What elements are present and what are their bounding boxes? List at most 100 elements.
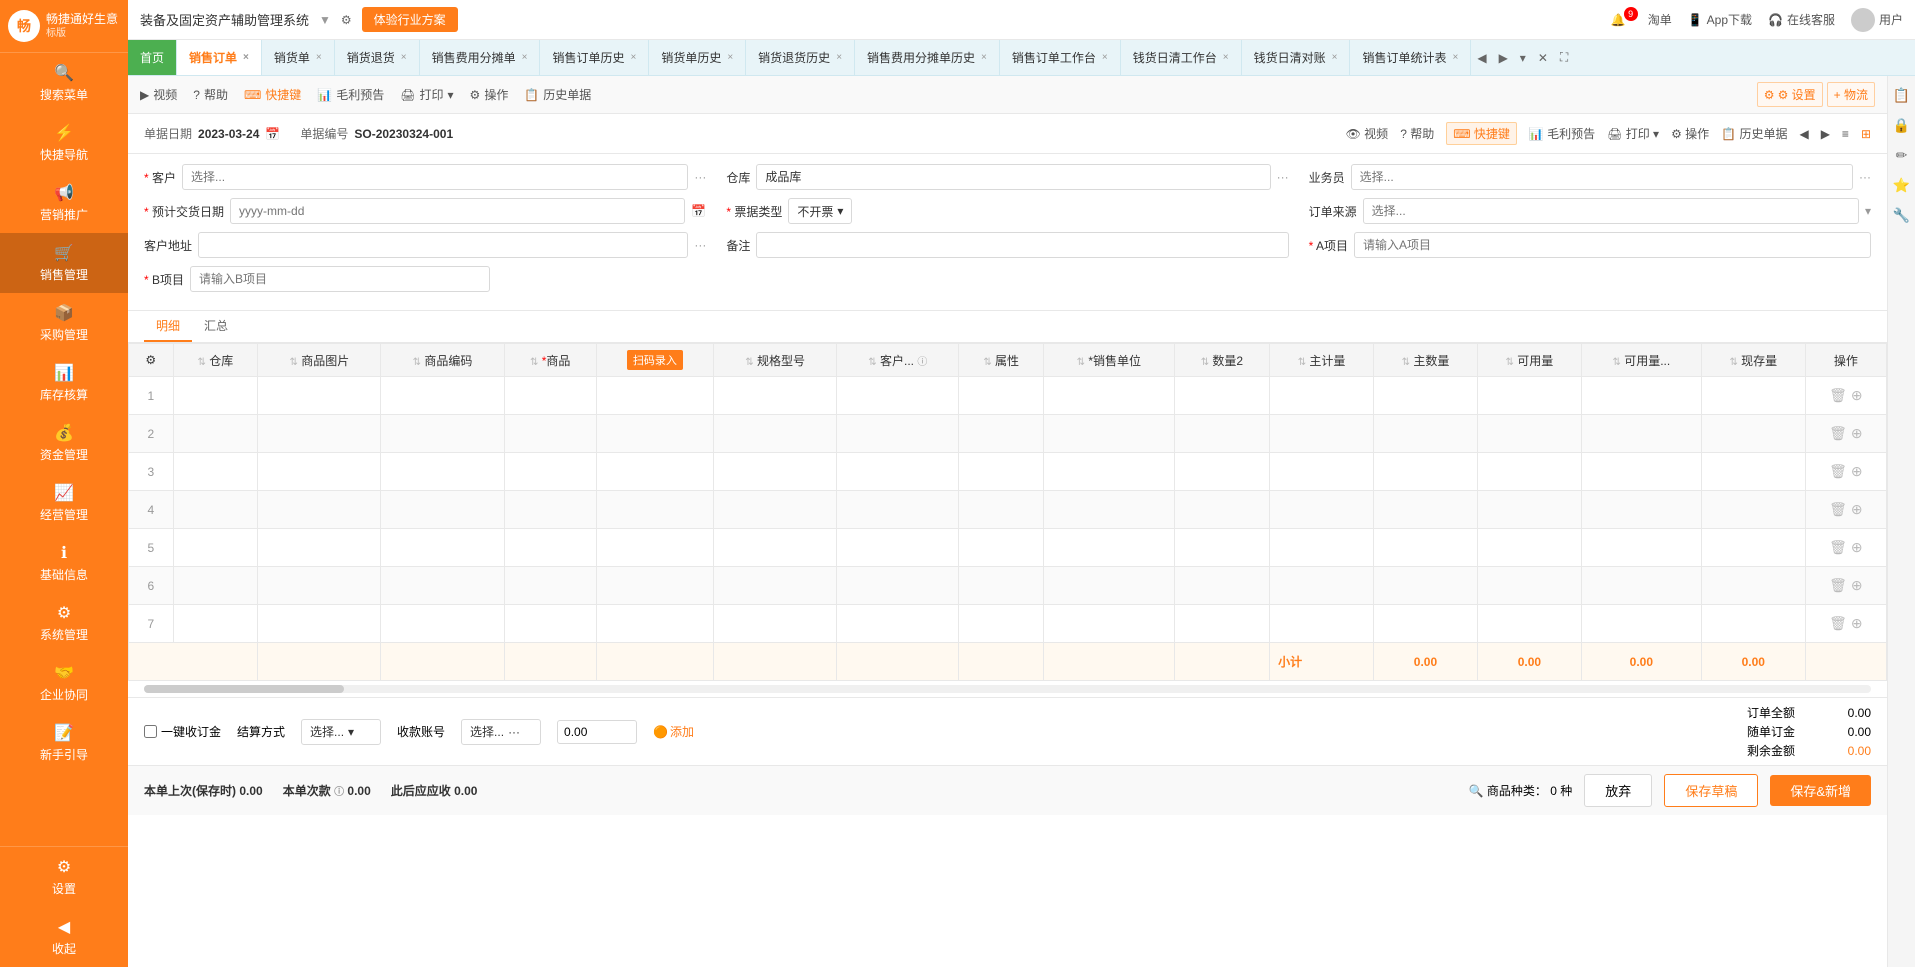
tab-expand[interactable]: ⛶	[1554, 40, 1574, 75]
tab-order-workbench[interactable]: 销售订单工作台 ×	[1000, 40, 1121, 75]
th-main-qty[interactable]: ⇅ 主数量	[1374, 344, 1478, 377]
sidebar-item-collab[interactable]: 🤝 企业协同	[0, 653, 128, 713]
toolbar-video[interactable]: ▶ 视频	[140, 86, 177, 103]
tab-close-icon[interactable]: ×	[1332, 52, 1338, 63]
customer-input[interactable]	[182, 164, 688, 190]
notification-btn[interactable]: 🔔 9 淘单	[1611, 11, 1672, 28]
th-unit[interactable]: ⇅ *销售单位	[1044, 344, 1175, 377]
tab-close-icon[interactable]: ×	[522, 52, 528, 63]
save-draft-button[interactable]: 保存草稿	[1664, 774, 1758, 807]
settings-gear-icon[interactable]: ⚙	[341, 13, 352, 27]
ops-icon2[interactable]: ⚙ 操作	[1671, 125, 1709, 142]
th-settings[interactable]: ⚙	[129, 344, 174, 377]
tab-order-stats[interactable]: 销售订单统计表 ×	[1350, 40, 1471, 75]
sidebar-item-sales[interactable]: 🛒 销售管理	[0, 233, 128, 293]
sidebar-item-operations[interactable]: 📈 经营管理	[0, 473, 128, 533]
profit-icon[interactable]: 📊 毛利预告	[1529, 125, 1595, 142]
toolbar-history[interactable]: 📋 历史单据	[524, 86, 591, 103]
tab-nav-right[interactable]: ▶	[1493, 40, 1514, 75]
address-dots-icon[interactable]: ···	[694, 238, 706, 252]
delivery-input[interactable]	[230, 198, 685, 224]
tab-close-icon[interactable]: ×	[630, 52, 636, 63]
tab-close-icon[interactable]: ×	[1223, 52, 1229, 63]
sidebar-item-finance[interactable]: 💰 资金管理	[0, 413, 128, 473]
sidebar-collapse-btn[interactable]: ◀ 收起	[0, 907, 128, 967]
tab-daily-workbench[interactable]: 钱货日清工作台 ×	[1121, 40, 1242, 75]
edge-tool-icon[interactable]: 🔧	[1891, 204, 1913, 226]
tab-close-icon[interactable]: ×	[401, 52, 407, 63]
th-available[interactable]: ⇅ 可用量	[1477, 344, 1581, 377]
tab-mini-detail[interactable]: 明细	[144, 311, 192, 342]
tab-expense-history[interactable]: 销售费用分摊单历史 ×	[855, 40, 1000, 75]
toolbar-ops[interactable]: ⚙ 操作	[470, 86, 509, 103]
trial-button[interactable]: 体验行业方案	[362, 7, 458, 32]
shortcut-badge[interactable]: ⌨ 快捷键	[1446, 122, 1517, 145]
remark-input[interactable]	[756, 232, 1288, 258]
delete-icon[interactable]: 🗑	[1829, 425, 1847, 442]
th-qty2[interactable]: ⇅ 数量2	[1174, 344, 1269, 377]
order-source-dropdown[interactable]: ▾	[1865, 204, 1871, 218]
copy-icon[interactable]: ⊕	[1851, 501, 1863, 518]
history2-icon[interactable]: 📋 历史单据	[1721, 125, 1787, 142]
th-scan[interactable]: 扫码录入	[596, 344, 713, 377]
delete-icon[interactable]: 🗑	[1829, 615, 1847, 632]
tab-close-icon[interactable]: ×	[1452, 52, 1458, 63]
app-download-btn[interactable]: 📱 App下载	[1688, 11, 1752, 28]
delete-icon[interactable]: 🗑	[1829, 463, 1847, 480]
sidebar-item-marketing[interactable]: 📢 营销推广	[0, 173, 128, 233]
nav-prev[interactable]: ◀	[1799, 127, 1808, 141]
add-logistics-button[interactable]: + 物流	[1827, 82, 1875, 107]
tab-sales-return[interactable]: 销货退货 ×	[335, 40, 420, 75]
tab-close-icon[interactable]: ×	[1102, 52, 1108, 63]
address-input[interactable]	[198, 232, 688, 258]
tab-sales-order-history[interactable]: 销售订单历史 ×	[540, 40, 649, 75]
online-service-btn[interactable]: 🎧 在线客服	[1768, 11, 1835, 28]
th-warehouse[interactable]: ⇅ 仓库	[173, 344, 258, 377]
tab-close-all[interactable]: ✕	[1532, 40, 1554, 75]
copy-icon[interactable]: ⊕	[1851, 615, 1863, 632]
scan-button[interactable]: 扫码录入	[627, 350, 683, 370]
invoice-select[interactable]: 不开票 ▾	[788, 198, 852, 224]
tab-daily-reconcile[interactable]: 钱货日清对账 ×	[1242, 40, 1351, 75]
order-source-input[interactable]	[1363, 198, 1859, 224]
th-stock[interactable]: ⇅ 现存量	[1701, 344, 1805, 377]
th-available-ext[interactable]: ⇅ 可用量...	[1581, 344, 1701, 377]
th-image[interactable]: ⇅ 商品图片	[258, 344, 381, 377]
toolbar-print[interactable]: 🖨 打印 ▾	[400, 86, 453, 103]
th-code[interactable]: ⇅ 商品编码	[381, 344, 504, 377]
delete-icon[interactable]: 🗑	[1829, 501, 1847, 518]
tab-invoice-history[interactable]: 销货单历史 ×	[649, 40, 746, 75]
settings-button[interactable]: ⚙ ⚙ 设置	[1757, 82, 1823, 107]
staff-dots-icon[interactable]: ···	[1859, 170, 1871, 184]
sidebar-item-inventory[interactable]: 📊 库存核算	[0, 353, 128, 413]
th-main-unit[interactable]: ⇅ 主计量	[1270, 344, 1374, 377]
pay-method-select[interactable]: 选择... ▾	[301, 719, 381, 745]
print2-icon[interactable]: 🖨 打印 ▾	[1607, 125, 1659, 142]
user-avatar[interactable]: 用户	[1851, 8, 1903, 32]
sidebar-settings-btn[interactable]: ⚙ 设置	[0, 847, 128, 907]
sidebar-item-basic[interactable]: ℹ 基础信息	[0, 533, 128, 593]
tab-sales-invoice[interactable]: 销货单 ×	[262, 40, 335, 75]
th-customer[interactable]: ⇅ 客户... ⓘ	[837, 344, 959, 377]
sidebar-item-search[interactable]: 🔍 搜索菜单	[0, 53, 128, 113]
tab-close-icon[interactable]: ×	[836, 52, 842, 63]
tab-close-icon[interactable]: ×	[316, 52, 322, 63]
th-attribute[interactable]: ⇅ 属性	[959, 344, 1044, 377]
tab-nav-menu[interactable]: ▾	[1514, 40, 1532, 75]
copy-icon[interactable]: ⊕	[1851, 387, 1863, 404]
b-project-input[interactable]	[190, 266, 490, 292]
warehouse-value[interactable]: 成品库	[756, 164, 1270, 190]
delete-icon[interactable]: 🗑	[1829, 539, 1847, 556]
tab-close-icon[interactable]: ×	[243, 52, 249, 63]
staff-input[interactable]	[1351, 164, 1853, 190]
delete-icon[interactable]: 🗑	[1829, 577, 1847, 594]
th-spec[interactable]: ⇅ 规格型号	[714, 344, 837, 377]
tab-home[interactable]: 首页	[128, 40, 177, 75]
sidebar-item-quicknav[interactable]: ⚡ 快捷导航	[0, 113, 128, 173]
toolbar-shortcut[interactable]: ⌨ 快捷键	[244, 86, 301, 103]
edge-lock-icon[interactable]: 🔒	[1891, 114, 1913, 136]
add-btn[interactable]: 🟠 添加	[653, 723, 694, 740]
tab-close-icon[interactable]: ×	[727, 52, 733, 63]
sidebar-item-system[interactable]: ⚙ 系统管理	[0, 593, 128, 653]
tab-mini-summary[interactable]: 汇总	[192, 311, 240, 342]
